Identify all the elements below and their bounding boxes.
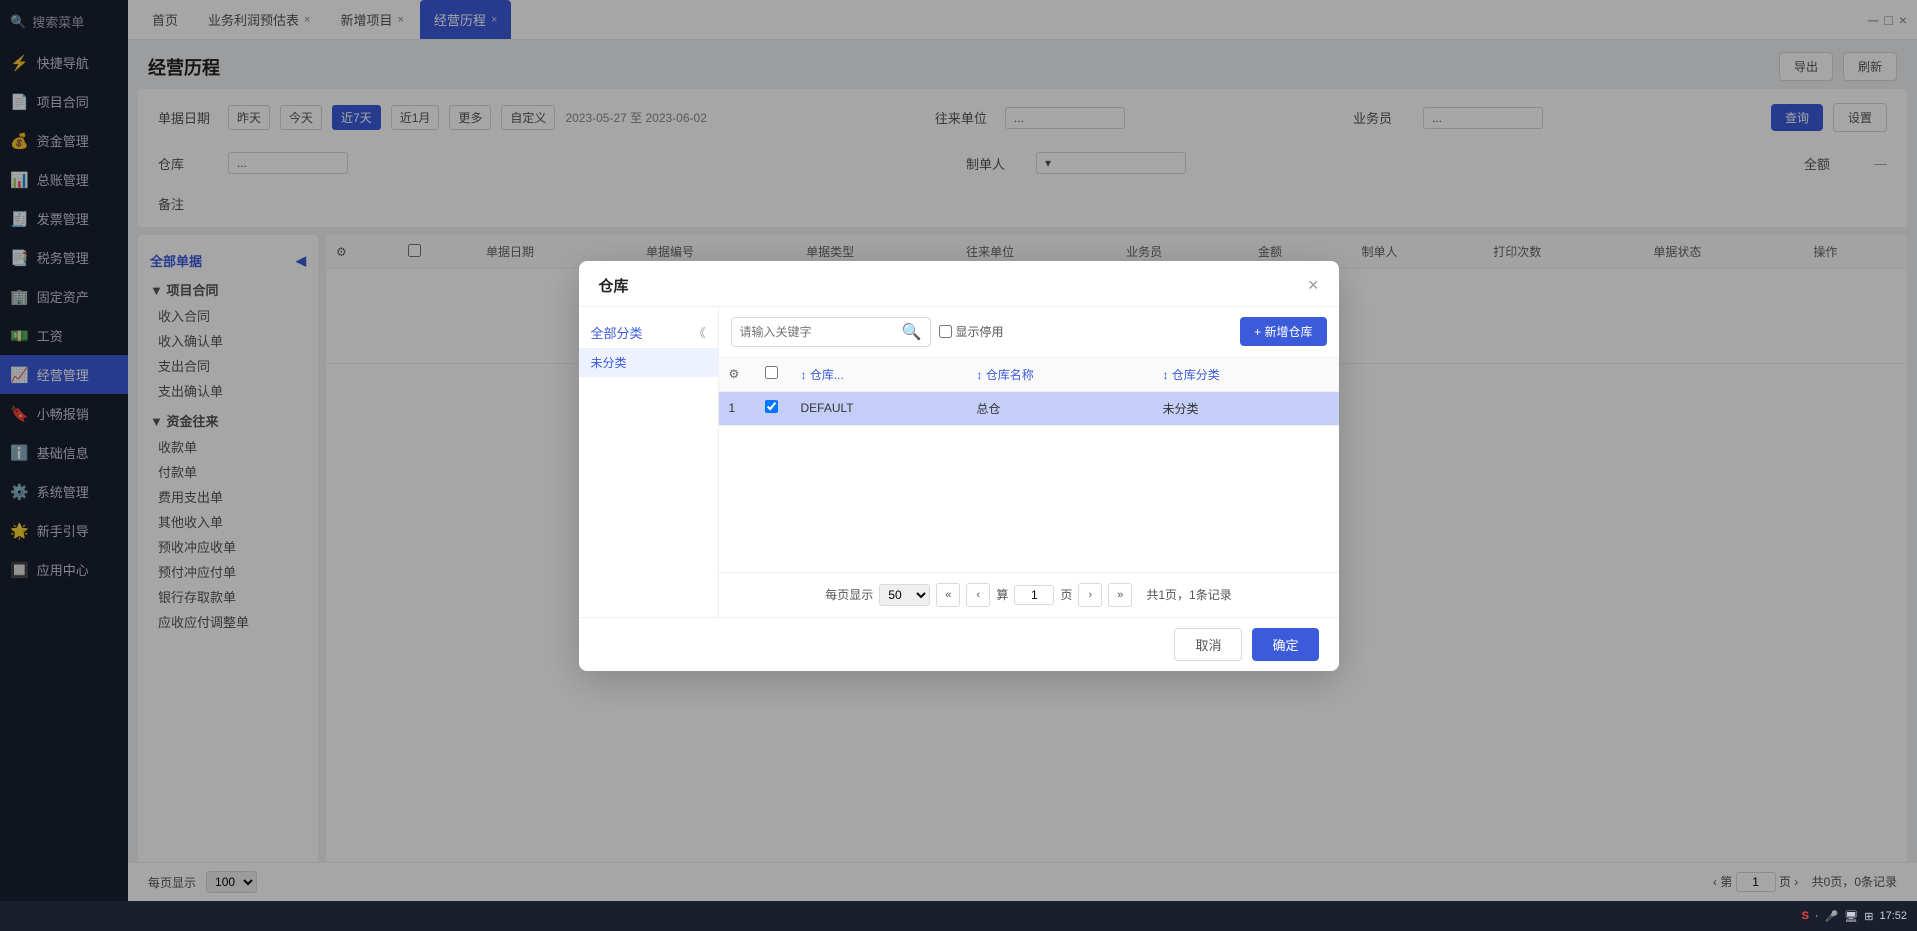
modal-footer: 取消 确定 xyxy=(579,617,1339,671)
modal-cancel-button[interactable]: 取消 xyxy=(1174,628,1242,661)
modal-table: ⚙ ↕ 仓库... ↕ 仓库名称 ↕ 仓库分类 1 DEFA xyxy=(719,358,1339,426)
category-header-label: 全部分类 xyxy=(591,323,643,342)
modal-body: 全部分类 《 未分类 🔍 显示停用 xyxy=(579,307,1339,617)
modal-col-category: ↕ 仓库分类 xyxy=(1152,358,1338,392)
modal-last-page-btn[interactable]: » xyxy=(1108,583,1132,607)
modal-page-size-select[interactable]: 50 100 200 xyxy=(879,584,930,606)
modal-page-input[interactable] xyxy=(1014,585,1054,605)
modal-next-page-btn[interactable]: › xyxy=(1078,583,1102,607)
modal-row-category: 未分类 xyxy=(1152,391,1338,425)
modal-row-checkbox[interactable] xyxy=(755,391,791,425)
modal-confirm-button[interactable]: 确定 xyxy=(1252,628,1318,661)
modal-col-name: ↕ 仓库名称 xyxy=(966,358,1152,392)
taskbar-icon-mic: 🎤 xyxy=(1825,910,1839,923)
taskbar-icon-dot: · xyxy=(1815,910,1819,922)
modal-select-all[interactable] xyxy=(765,366,778,379)
modal-pagination: 每页显示 50 100 200 « ‹ 算 页 › » 共1页，1条记录 xyxy=(719,572,1339,617)
show-disabled-label: 显示停用 xyxy=(956,323,1004,340)
modal-col-num: ↕ 仓库... xyxy=(791,358,967,392)
modal-close-button[interactable]: × xyxy=(1308,275,1319,296)
modal-page-label: 算 xyxy=(996,586,1008,603)
taskbar-icon-grid: ⊞ xyxy=(1864,910,1873,923)
modal-prev-page-btn[interactable]: ‹ xyxy=(966,583,990,607)
category-uncategorized-label: 未分类 xyxy=(591,356,627,370)
modal-search-wrapper: 🔍 xyxy=(731,317,931,347)
taskbar: S · 🎤 🖥 ⊞ 17:52 xyxy=(0,901,1917,931)
modal-table-row[interactable]: 1 DEFAULT 总仓 未分类 xyxy=(719,391,1339,425)
category-uncategorized[interactable]: 未分类 xyxy=(579,348,718,377)
modal-row-num: 1 xyxy=(719,391,755,425)
category-collapse-btn[interactable]: 《 xyxy=(693,324,705,341)
modal-table-wrapper: ⚙ ↕ 仓库... ↕ 仓库名称 ↕ 仓库分类 1 DEFA xyxy=(719,358,1339,572)
content-toolbar: 🔍 显示停用 + 新增仓库 xyxy=(719,307,1339,358)
modal-search-input[interactable] xyxy=(740,325,898,339)
modal-row-name: 总仓 xyxy=(966,391,1152,425)
taskbar-time: 17:52 xyxy=(1879,910,1907,922)
show-disabled-wrapper: 显示停用 xyxy=(939,323,1004,340)
modal-col-checkbox[interactable] xyxy=(755,358,791,392)
modal-page-size-label: 每页显示 xyxy=(825,586,873,603)
content-panel: 🔍 显示停用 + 新增仓库 ⚙ ↕ 仓库... xyxy=(719,307,1339,617)
show-disabled-checkbox[interactable] xyxy=(939,325,952,338)
modal-search-icon: 🔍 xyxy=(902,322,922,342)
modal-row-code: DEFAULT xyxy=(791,391,967,425)
modal-col-settings[interactable]: ⚙ xyxy=(719,358,755,392)
add-warehouse-button[interactable]: + 新增仓库 xyxy=(1240,317,1326,346)
modal-page-suffix: 页 xyxy=(1060,586,1072,603)
modal-total: 共1页，1条记录 xyxy=(1146,586,1231,603)
warehouse-modal: 仓库 × 全部分类 《 未分类 🔍 xyxy=(579,261,1339,671)
taskbar-icon-s: S xyxy=(1802,910,1809,922)
modal-overlay: WhAR 仓库 × 全部分类 《 未分类 � xyxy=(0,0,1917,931)
category-header[interactable]: 全部分类 《 xyxy=(579,317,718,348)
modal-title: 仓库 xyxy=(599,275,629,296)
taskbar-icon-screen: 🖥 xyxy=(1844,910,1858,923)
modal-header: 仓库 × xyxy=(579,261,1339,307)
modal-first-page-btn[interactable]: « xyxy=(936,583,960,607)
category-panel: 全部分类 《 未分类 xyxy=(579,307,719,617)
modal-row-select[interactable] xyxy=(765,400,778,413)
